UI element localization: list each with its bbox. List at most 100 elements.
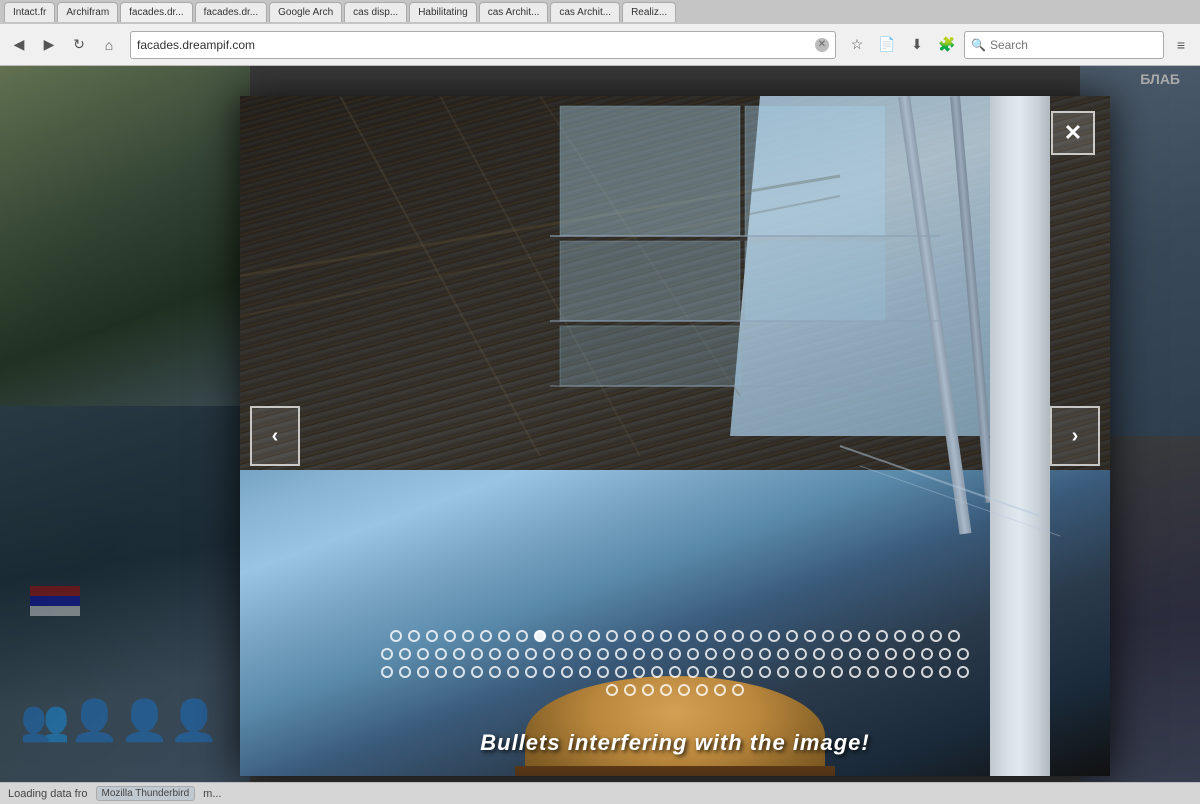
dot-1-11[interactable] [570,630,582,642]
dot-3-16[interactable] [651,666,663,678]
dot-3-14[interactable] [615,666,627,678]
back-button[interactable]: ◀ [6,32,32,58]
dot-3-12[interactable] [579,666,591,678]
tab-facades2[interactable]: facades.dr... [195,2,267,22]
dot-1-25[interactable] [822,630,834,642]
tab-realiz[interactable]: Realiz... [622,2,676,22]
dot-3-10[interactable] [543,666,555,678]
dot-1-2[interactable] [408,630,420,642]
dot-2-11[interactable] [561,648,573,660]
dot-4-6[interactable] [696,684,708,696]
dot-2-31[interactable] [921,648,933,660]
tab-archifram[interactable]: Archifram [57,2,118,22]
url-input[interactable] [137,38,811,52]
dot-2-12[interactable] [579,648,591,660]
dot-3-3[interactable] [417,666,429,678]
dot-3-6[interactable] [471,666,483,678]
reload-button[interactable]: ↻ [66,32,92,58]
dot-2-16[interactable] [651,648,663,660]
dot-3-5[interactable] [453,666,465,678]
dot-3-32[interactable] [939,666,951,678]
dot-3-23[interactable] [777,666,789,678]
dot-1-21[interactable] [750,630,762,642]
dot-2-1[interactable] [381,648,393,660]
dot-1-4[interactable] [444,630,456,642]
dot-3-17[interactable] [669,666,681,678]
dot-2-13[interactable] [597,648,609,660]
dot-2-28[interactable] [867,648,879,660]
dot-3-27[interactable] [849,666,861,678]
dot-2-33[interactable] [957,648,969,660]
dot-1-32[interactable] [948,630,960,642]
dot-3-21[interactable] [741,666,753,678]
dot-1-12[interactable] [588,630,600,642]
dot-2-19[interactable] [705,648,717,660]
dot-1-28[interactable] [876,630,888,642]
dot-2-6[interactable] [471,648,483,660]
dot-3-26[interactable] [831,666,843,678]
dot-1-17[interactable] [678,630,690,642]
lightbox-close-button[interactable]: ✕ [1051,111,1095,155]
dot-1-19[interactable] [714,630,726,642]
dot-3-33[interactable] [957,666,969,678]
dot-3-19[interactable] [705,666,717,678]
dot-2-3[interactable] [417,648,429,660]
dot-3-11[interactable] [561,666,573,678]
dot-4-1[interactable] [606,684,618,696]
dot-2-21[interactable] [741,648,753,660]
dot-1-29[interactable] [894,630,906,642]
dot-1-16[interactable] [660,630,672,642]
dot-2-29[interactable] [885,648,897,660]
dot-3-1[interactable] [381,666,393,678]
dot-1-23[interactable] [786,630,798,642]
dot-1-9-active[interactable] [534,630,546,642]
dot-3-15[interactable] [633,666,645,678]
dot-3-9[interactable] [525,666,537,678]
dot-2-30[interactable] [903,648,915,660]
dot-1-6[interactable] [480,630,492,642]
dot-4-4[interactable] [660,684,672,696]
dot-2-5[interactable] [453,648,465,660]
dot-4-5[interactable] [678,684,690,696]
prev-button[interactable]: ‹ [250,406,300,466]
dot-1-7[interactable] [498,630,510,642]
dot-1-30[interactable] [912,630,924,642]
dot-2-17[interactable] [669,648,681,660]
dot-4-3[interactable] [642,684,654,696]
dot-2-9[interactable] [525,648,537,660]
dot-2-15[interactable] [633,648,645,660]
dot-2-4[interactable] [435,648,447,660]
dot-3-25[interactable] [813,666,825,678]
dot-2-2[interactable] [399,648,411,660]
dot-3-20[interactable] [723,666,735,678]
download-button[interactable]: ⬇ [904,32,930,58]
dot-2-25[interactable] [813,648,825,660]
status-thunderbird[interactable]: Mozilla Thunderbird [96,786,196,801]
dot-1-5[interactable] [462,630,474,642]
dot-4-2[interactable] [624,684,636,696]
dot-3-13[interactable] [597,666,609,678]
dot-3-28[interactable] [867,666,879,678]
dot-1-15[interactable] [642,630,654,642]
search-input[interactable] [990,38,1130,52]
dot-3-24[interactable] [795,666,807,678]
dot-3-7[interactable] [489,666,501,678]
dot-1-26[interactable] [840,630,852,642]
dot-3-30[interactable] [903,666,915,678]
dot-2-24[interactable] [795,648,807,660]
dot-3-22[interactable] [759,666,771,678]
dot-2-20[interactable] [723,648,735,660]
reader-button[interactable]: 📄 [874,32,900,58]
dot-1-18[interactable] [696,630,708,642]
dot-1-10[interactable] [552,630,564,642]
dot-2-27[interactable] [849,648,861,660]
tab-cas-archit2[interactable]: cas Archit... [550,2,620,22]
tab-google-arch[interactable]: Google Arch [269,2,342,22]
dot-2-18[interactable] [687,648,699,660]
dot-2-26[interactable] [831,648,843,660]
dot-2-7[interactable] [489,648,501,660]
dot-1-31[interactable] [930,630,942,642]
dot-1-20[interactable] [732,630,744,642]
dot-3-31[interactable] [921,666,933,678]
tab-facades-active[interactable]: facades.dr... [120,2,192,22]
